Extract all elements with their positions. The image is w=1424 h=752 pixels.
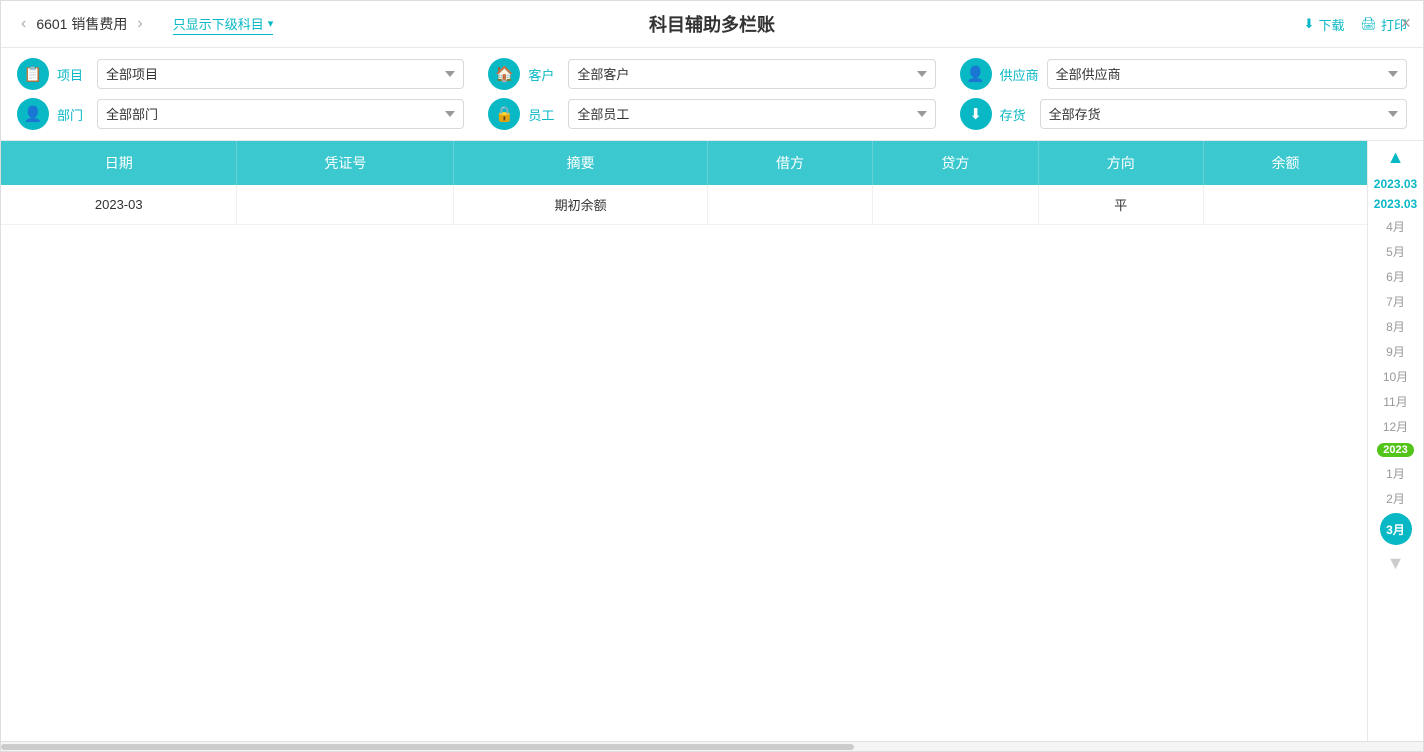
project-label: 项目 [57, 65, 89, 84]
filter-inventory: ⬇ 存货 全部存货 [960, 98, 1407, 130]
employee-label: 员工 [528, 105, 560, 124]
supplier-select[interactable]: 全部供应商 [1047, 59, 1407, 89]
chevron-down-icon: ▾ [268, 17, 274, 30]
horizontal-scrollbar[interactable] [1, 741, 1423, 751]
timeline-month-3[interactable]: 3月 [1380, 513, 1412, 545]
timeline-month-2[interactable]: 2月 [1368, 486, 1423, 511]
scroll-thumb [1, 744, 854, 750]
customer-label: 客户 [528, 65, 560, 84]
cell-debit [707, 185, 872, 225]
download-button[interactable]: ⬇ 下载 [1304, 15, 1345, 34]
col-direction: 方向 [1038, 141, 1203, 185]
header: ‹ 6601 销售费用 › 只显示下级科目 ▾ 科目辅助多栏账 ⬇ 下载 🖨 打… [1, 1, 1423, 48]
filter-project: 📋 项目 全部项目 [17, 58, 464, 90]
department-icon: 👤 [17, 98, 49, 130]
timeline-month-9[interactable]: 9月 [1368, 339, 1423, 364]
cell-voucher [237, 185, 454, 225]
close-button[interactable]: × [1400, 13, 1411, 34]
supplier-label: 供应商 [1000, 65, 1039, 84]
chevron-down-icon: ▼ [1387, 553, 1405, 574]
timeline-month-4[interactable]: 4月 [1368, 214, 1423, 239]
prev-account-button[interactable]: ‹ [17, 13, 30, 35]
timeline-month-5[interactable]: 5月 [1368, 239, 1423, 264]
project-select[interactable]: 全部项目 [97, 59, 464, 89]
col-voucher: 凭证号 [237, 141, 454, 185]
col-date: 日期 [1, 141, 237, 185]
timeline-down-button[interactable]: ▼ [1368, 547, 1423, 580]
timeline-month-6[interactable]: 6月 [1368, 264, 1423, 289]
timeline-month-1[interactable]: 1月 [1368, 461, 1423, 486]
header-left: ‹ 6601 销售费用 › 只显示下级科目 ▾ [17, 13, 273, 35]
filter-employee: 🔒 员工 全部员工 [488, 98, 935, 130]
customer-icon: 🏠 [488, 58, 520, 90]
col-debit: 借方 [707, 141, 872, 185]
show-sub-label: 只显示下级科目 [173, 14, 264, 33]
timeline-month-10[interactable]: 10月 [1368, 364, 1423, 389]
timeline-entry-top-2[interactable]: 2023.03 [1368, 194, 1423, 214]
col-summary: 摘要 [454, 141, 708, 185]
inventory-label: 存货 [1000, 105, 1032, 124]
next-account-button[interactable]: › [133, 13, 146, 35]
main-table: 日期 凭证号 摘要 借方 贷方 方向 余额 2023-03 期初余额 [1, 141, 1367, 225]
employee-icon: 🔒 [488, 98, 520, 130]
table-header-row: 日期 凭证号 摘要 借方 贷方 方向 余额 [1, 141, 1367, 185]
col-credit: 贷方 [873, 141, 1038, 185]
inventory-select[interactable]: 全部存货 [1040, 99, 1407, 129]
cell-date: 2023-03 [1, 185, 237, 225]
customer-select[interactable]: 全部客户 [568, 59, 935, 89]
supplier-icon: 👤 [960, 58, 992, 90]
header-actions: ⬇ 下载 🖨 打印 × [1304, 15, 1407, 34]
table-row: 2023-03 期初余额 平 [1, 185, 1367, 225]
col-balance: 余额 [1203, 141, 1367, 185]
timeline-entry-top-1[interactable]: 2023.03 [1368, 174, 1423, 194]
timeline-up-button[interactable]: ▲ [1368, 141, 1423, 174]
department-label: 部门 [57, 105, 89, 124]
timeline-month-8[interactable]: 8月 [1368, 314, 1423, 339]
cell-credit [873, 185, 1038, 225]
account-code: 6601 销售费用 [36, 14, 127, 34]
timeline-month-12[interactable]: 12月 [1368, 414, 1423, 439]
filter-supplier: 👤 供应商 全部供应商 [960, 58, 1407, 90]
content-area: 日期 凭证号 摘要 借方 贷方 方向 余额 2023-03 期初余额 [1, 141, 1423, 741]
chevron-up-icon: ▲ [1387, 147, 1405, 168]
cell-summary: 期初余额 [454, 185, 708, 225]
filter-area: 📋 项目 全部项目 🏠 客户 全部客户 👤 供应商 全部供应商 👤 部门 全 [1, 48, 1423, 141]
cell-balance [1203, 185, 1367, 225]
print-icon: 🖨 [1360, 16, 1377, 32]
inventory-icon: ⬇ [960, 98, 992, 130]
download-icon: ⬇ [1304, 16, 1315, 32]
download-label: 下载 [1318, 15, 1344, 34]
department-select[interactable]: 全部部门 [97, 99, 464, 129]
timeline-month-11[interactable]: 11月 [1368, 389, 1423, 414]
page-title: 科目辅助多栏账 [649, 11, 775, 37]
filter-department: 👤 部门 全部部门 [17, 98, 464, 130]
timeline-month-7[interactable]: 7月 [1368, 289, 1423, 314]
show-sub-button[interactable]: 只显示下级科目 ▾ [173, 14, 274, 35]
employee-select[interactable]: 全部员工 [568, 99, 935, 129]
year-badge: 2023 [1377, 443, 1413, 457]
filter-customer: 🏠 客户 全部客户 [488, 58, 935, 90]
project-icon: 📋 [17, 58, 49, 90]
cell-direction: 平 [1038, 185, 1203, 225]
timeline-sidebar: ▲ 2023.03 2023.03 4月 5月 6月 7月 8月 9月 10月 … [1367, 141, 1423, 741]
table-area: 日期 凭证号 摘要 借方 贷方 方向 余额 2023-03 期初余额 [1, 141, 1367, 741]
